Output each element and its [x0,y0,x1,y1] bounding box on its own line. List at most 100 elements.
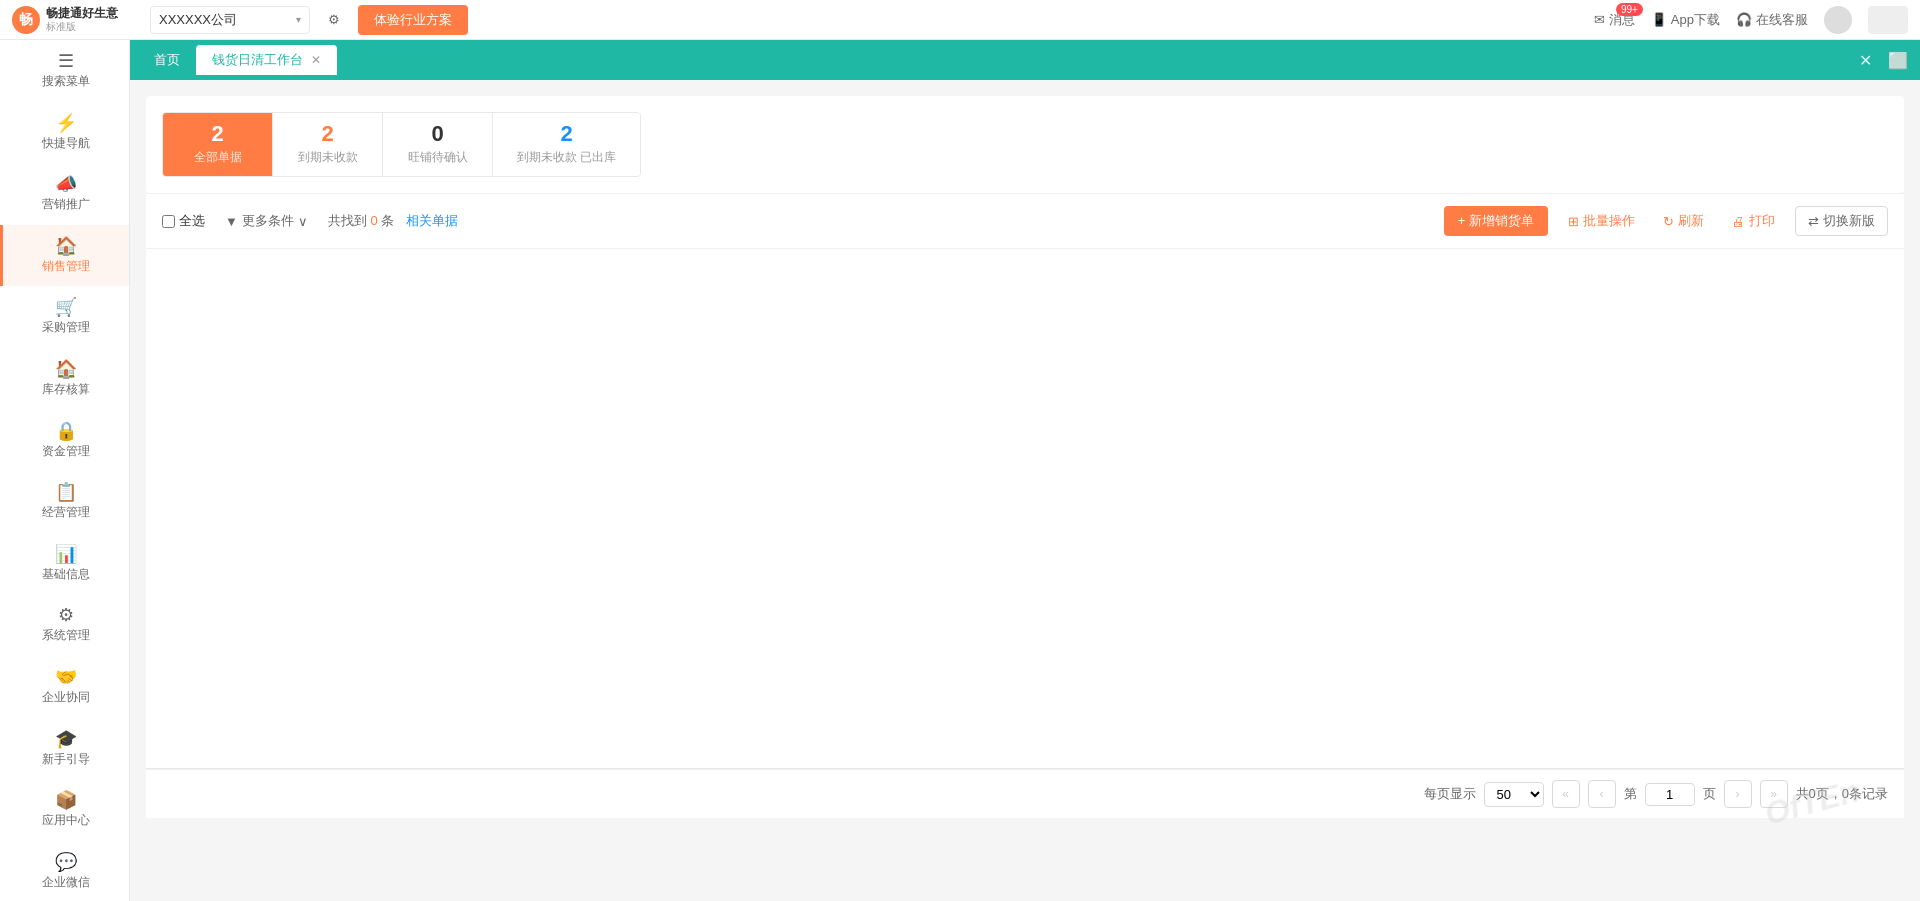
sidebar-item-wecom[interactable]: 💬 企业微信 [0,841,129,901]
logo-area: 畅 畅捷通好生意 标准版 [12,6,142,34]
sidebar-item-sales[interactable]: 🏠 销售管理 [0,225,129,287]
stat-outstock-label: 到期未收款 已出库 [517,149,616,166]
tab-home[interactable]: 首页 [138,45,196,75]
sidebar-item-search[interactable]: ☰ 搜索菜单 [0,40,129,102]
sidebar-item-app-center[interactable]: 📦 应用中心 [0,779,129,841]
tab-close-icon[interactable]: ✕ [311,53,321,67]
last-page-button[interactable]: » [1760,780,1788,808]
sidebar-guide-label: 新手引导 [42,752,90,768]
finance-icon: 🔒 [55,422,77,440]
sidebar-operation-label: 经营管理 [42,505,90,521]
logo-text: 畅捷通好生意 标准版 [46,6,118,32]
operation-icon: 📋 [55,483,77,501]
select-all-label: 全选 [179,212,205,230]
stat-tab-overdue[interactable]: 2 到期未收款 [273,113,383,176]
tab-bar-actions: ✕ ⬜ [1855,47,1912,74]
stat-tabs: 2 全部单据 2 到期未收款 0 旺铺待确认 2 到期未收款 已出库 [162,112,641,177]
first-page-button[interactable]: « [1552,780,1580,808]
print-label: 打印 [1749,212,1775,230]
online-support-button[interactable]: 🎧 在线客服 [1736,11,1808,29]
new-sales-order-button[interactable]: + 新增销货单 [1444,206,1548,236]
sidebar-item-inventory[interactable]: 🏠 库存核算 [0,348,129,410]
app-center-icon: 📦 [55,791,77,809]
sidebar-item-basic-info[interactable]: 📊 基础信息 [0,533,129,595]
sidebar-item-operation[interactable]: 📋 经营管理 [0,471,129,533]
settings-button[interactable]: ⚙ [318,4,350,36]
company-name: XXXXXX公司 [159,11,292,29]
print-button[interactable]: 🖨 打印 [1724,208,1783,234]
inventory-icon: 🏠 [55,360,77,378]
quick-nav-icon: ⚡ [55,114,77,132]
close-tab-button[interactable]: ✕ [1855,47,1876,74]
tab-bar: 首页 钱货日清工作台 ✕ ✕ ⬜ [130,40,1920,80]
guide-icon: 🎓 [55,730,77,748]
message-icon: ✉ [1594,12,1605,27]
tab-daily-work[interactable]: 钱货日清工作台 ✕ [196,45,337,75]
sidebar-item-cooperation[interactable]: 🤝 企业协同 [0,656,129,718]
sales-icon: 🏠 [55,237,77,255]
sidebar-system-label: 系统管理 [42,628,90,644]
sidebar-inventory-label: 库存核算 [42,382,90,398]
stat-all-label: 全部单据 [194,149,242,166]
found-text: 共找到 0 条 [328,212,394,230]
select-all-wrap[interactable]: 全选 [162,212,205,230]
sidebar-item-quick-nav[interactable]: ⚡ 快捷导航 [0,102,129,164]
select-all-checkbox[interactable] [162,215,175,228]
stat-tab-pending[interactable]: 0 旺铺待确认 [383,113,493,176]
next-page-button[interactable]: › [1724,780,1752,808]
stat-pending-label: 旺铺待确认 [408,149,468,166]
company-selector[interactable]: XXXXXX公司 ▾ [150,6,310,34]
sidebar-item-purchase[interactable]: 🛒 采购管理 [0,286,129,348]
card-tabs-section: 2 全部单据 2 到期未收款 0 旺铺待确认 2 到期未收款 已出库 [146,96,1904,193]
switch-label: 切换新版 [1823,212,1875,230]
page-suffix: 页 [1703,785,1716,803]
app-download-button[interactable]: 📱 App下载 [1651,11,1720,29]
refresh-icon: ↻ [1663,214,1674,229]
sidebar-sales-label: 销售管理 [42,259,90,275]
message-button[interactable]: ✉ 消息 99+ [1594,11,1635,29]
trial-button[interactable]: 体验行业方案 [358,5,468,35]
sidebar-quick-nav-label: 快捷导航 [42,136,90,152]
online-support-label: 在线客服 [1756,11,1808,29]
batch-label: 批量操作 [1583,212,1635,230]
sidebar-item-marketing[interactable]: 📣 营销推广 [0,163,129,225]
support-icon: 🎧 [1736,12,1752,27]
user-name[interactable] [1868,6,1908,34]
wecom-icon: 💬 [55,853,77,871]
stat-outstock-count: 2 [561,123,573,145]
sidebar-item-guide[interactable]: 🎓 新手引导 [0,718,129,780]
chevron-filter-icon: ∨ [298,214,308,229]
stat-pending-count: 0 [431,123,443,145]
avatar[interactable] [1824,6,1852,34]
sidebar-basic-info-label: 基础信息 [42,567,90,583]
related-records-link[interactable]: 相关单据 [406,212,458,230]
switch-version-button[interactable]: ⇄ 切换新版 [1795,206,1888,236]
sidebar-item-system[interactable]: ⚙ 系统管理 [0,594,129,656]
main-content: 2 全部单据 2 到期未收款 0 旺铺待确认 2 到期未收款 已出库 全选 ▼ [130,80,1920,901]
filter-icon: ▼ [225,214,238,229]
batch-icon: ⊞ [1568,214,1579,229]
app-download-label: App下载 [1671,11,1720,29]
stat-tab-all[interactable]: 2 全部单据 [163,113,273,176]
refresh-button[interactable]: ↻ 刷新 [1655,208,1712,234]
tab-daily-work-label: 钱货日清工作台 [212,51,303,69]
stat-all-count: 2 [211,123,223,145]
pagination-bar: 每页显示 50 20 100 « ‹ 第 页 › » 共0页，0条记录 [146,769,1904,818]
sidebar-app-center-label: 应用中心 [42,813,90,829]
refresh-label: 刷新 [1678,212,1704,230]
sidebar-item-finance[interactable]: 🔒 资金管理 [0,410,129,472]
toolbar: 全选 ▼ 更多条件 ∨ 共找到 0 条 相关单据 + 新增销货单 ⊞ 批量操作 … [146,193,1904,249]
sidebar-marketing-label: 营销推广 [42,197,90,213]
stat-tab-outstock[interactable]: 2 到期未收款 已出库 [493,113,640,176]
per-page-select[interactable]: 50 20 100 [1484,782,1544,807]
top-bar-right: ✉ 消息 99+ 📱 App下载 🎧 在线客服 [1594,6,1908,34]
more-filter-button[interactable]: ▼ 更多条件 ∨ [217,208,316,234]
stat-overdue-count: 2 [321,123,333,145]
restore-window-button[interactable]: ⬜ [1884,47,1912,74]
page-prefix: 第 [1624,785,1637,803]
batch-operation-button[interactable]: ⊞ 批量操作 [1560,208,1643,234]
prev-page-button[interactable]: ‹ [1588,780,1616,808]
tab-home-label: 首页 [154,51,180,69]
page-input[interactable] [1645,783,1695,806]
more-filter-label: 更多条件 [242,212,294,230]
